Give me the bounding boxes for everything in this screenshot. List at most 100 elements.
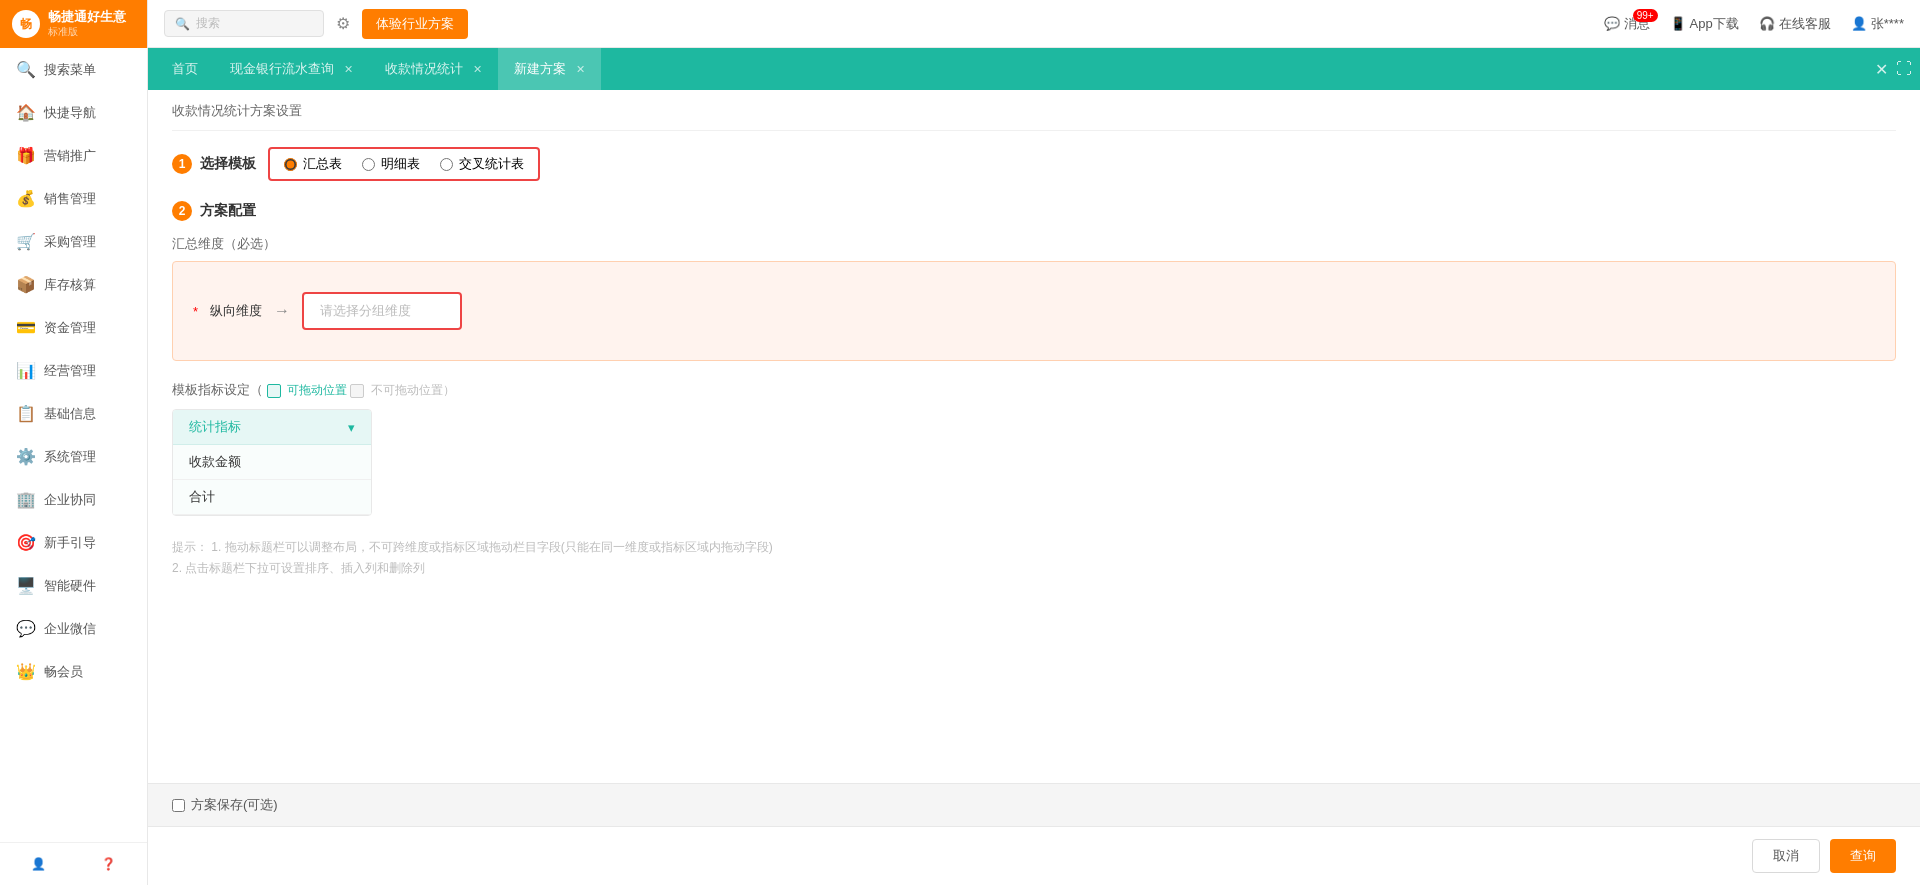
online-service-btn[interactable]: 🎧 在线客服	[1759, 15, 1831, 33]
wechat-label: 企业微信	[44, 620, 96, 638]
app-icon: 📱	[1670, 16, 1686, 31]
metrics-label: 模板指标设定（ 可拖动位置 不可拖动位置）	[172, 381, 1896, 399]
page-title: 收款情况统计方案设置	[172, 90, 1896, 131]
tab-maximize-icon[interactable]: ⛶	[1896, 60, 1912, 78]
template-summary-option[interactable]: 汇总表	[284, 155, 342, 173]
search-menu-icon: 🔍	[16, 60, 36, 79]
message-badge[interactable]: 💬 消息 99+	[1604, 15, 1650, 33]
sidebar-bottom-btn-2[interactable]: ❓	[78, 851, 140, 877]
template-cross-radio[interactable]	[440, 158, 453, 171]
sidebar-bottom-btn-1[interactable]: 👤	[8, 851, 70, 877]
template-summary-radio[interactable]	[284, 158, 297, 171]
tab-home[interactable]: 首页	[156, 48, 214, 90]
tab-bank-flow[interactable]: 现金银行流水查询 ✕	[214, 48, 369, 90]
sidebar-item-quick-nav[interactable]: 🏠 快捷导航	[0, 91, 147, 134]
sales-label: 销售管理	[44, 190, 96, 208]
non-draggable-badge: 不可拖动位置）	[350, 383, 454, 397]
nav-tabs-controls: ✕ ⛶	[1875, 60, 1912, 79]
tab-receipt-stats-close[interactable]: ✕	[473, 63, 482, 76]
step2-header: 2 方案配置	[172, 201, 1896, 221]
sidebar-item-inventory[interactable]: 📦 库存核算	[0, 263, 147, 306]
sidebar-item-marketing[interactable]: 🎁营销推广	[0, 134, 147, 177]
metrics-section: 模板指标设定（ 可拖动位置 不可拖动位置） 统计	[172, 381, 1896, 519]
sidebar-item-search-menu[interactable]: 🔍 搜索菜单	[0, 48, 147, 91]
basic-info-label: 基础信息	[44, 405, 96, 423]
main-area: 🔍 搜索 ⚙ 体验行业方案 💬 消息 99+ 📱 App下载 🎧 在线客服 👤 …	[148, 0, 1920, 885]
sidebar-item-system[interactable]: ⚙️系统管理	[0, 435, 147, 478]
tab-bank-flow-close[interactable]: ✕	[344, 63, 353, 76]
inventory-icon: 📦	[16, 275, 36, 294]
tip-2: 2. 点击标题栏下拉可设置排序、插入列和删除列	[172, 560, 1896, 577]
page-footer: 方案保存(可选)	[148, 783, 1920, 826]
cooperation-label: 企业协同	[44, 491, 96, 509]
member-label: 畅会员	[44, 663, 83, 681]
template-cross-option[interactable]: 交叉统计表	[440, 155, 524, 173]
app-download-btn[interactable]: 📱 App下载	[1670, 15, 1739, 33]
metrics-total-row: 合计	[173, 480, 371, 515]
tab-receipt-stats[interactable]: 收款情况统计 ✕	[369, 48, 498, 90]
save-plan-label: 方案保存(可选)	[191, 796, 278, 814]
inventory-label: 库存核算	[44, 276, 96, 294]
sidebar-logo: 畅 畅捷通好生意 标准版	[0, 0, 147, 48]
draggable-badge: 可拖动位置	[267, 383, 351, 397]
tip-1: 提示： 1. 拖动标题栏可以调整布局，不可跨维度或指标区域拖动栏目字段(只能在同…	[172, 539, 1896, 556]
operations-icon: 📊	[16, 361, 36, 380]
sidebar-item-basic-info[interactable]: 📋基础信息	[0, 392, 147, 435]
metrics-dropdown-icon[interactable]: ▾	[348, 420, 355, 435]
search-bar[interactable]: 🔍 搜索	[164, 10, 324, 37]
sidebar-item-finance[interactable]: 💳资金管理	[0, 306, 147, 349]
save-plan-option[interactable]: 方案保存(可选)	[172, 796, 278, 814]
dimension-config: 汇总维度（必选） * 纵向维度 → 请选择分组维度	[172, 235, 1896, 361]
search-icon: 🔍	[175, 17, 190, 31]
marketing-icon: 🎁	[16, 146, 36, 165]
save-plan-checkbox[interactable]	[172, 799, 185, 812]
finance-icon: 💳	[16, 318, 36, 337]
step1-number: 1	[172, 154, 192, 174]
quick-nav-label: 快捷导航	[44, 104, 96, 122]
member-icon: 👑	[16, 662, 36, 681]
template-detail-option[interactable]: 明细表	[362, 155, 420, 173]
tab-new-plan-close[interactable]: ✕	[576, 63, 585, 76]
sidebar-item-operations[interactable]: 📊 经营管理	[0, 349, 147, 392]
sidebar-item-sales[interactable]: 💰销售管理	[0, 177, 147, 220]
action-bar: 取消 查询	[148, 826, 1920, 885]
system-icon: ⚙️	[16, 447, 36, 466]
user-avatar[interactable]: 👤 张****	[1851, 15, 1904, 33]
logo-edition: 标准版	[48, 25, 126, 39]
hardware-label: 智能硬件	[44, 577, 96, 595]
try-industry-btn[interactable]: 体验行业方案	[362, 9, 468, 39]
search-menu-label: 搜索菜单	[44, 61, 96, 79]
service-icon: 🎧	[1759, 16, 1775, 31]
sidebar-item-purchase[interactable]: 🛒采购管理	[0, 220, 147, 263]
tab-close-all-icon[interactable]: ✕	[1875, 60, 1888, 79]
message-count: 99+	[1633, 9, 1658, 22]
sidebar-nav: 🔍 搜索菜单 🏠 快捷导航 🎁营销推广💰销售管理🛒采购管理 📦 库存核算 💳资金管理 📊 经营管理…	[0, 48, 147, 693]
dimension-select[interactable]: 请选择分组维度	[302, 292, 462, 330]
tips-section: 提示： 1. 拖动标题栏可以调整布局，不可跨维度或指标区域拖动栏目字段(只能在同…	[172, 539, 1896, 577]
metrics-amount-row: 收款金额	[173, 445, 371, 480]
quick-nav-icon: 🏠	[16, 103, 36, 122]
step1-title: 选择模板	[200, 155, 256, 173]
message-icon: 💬	[1604, 16, 1620, 31]
step2-number: 2	[172, 201, 192, 221]
logo-text: 畅捷通好生意	[48, 9, 126, 25]
page-content: 收款情况统计方案设置 1 选择模板 汇总表	[148, 90, 1920, 885]
sidebar-item-wechat[interactable]: 💬企业微信	[0, 607, 147, 650]
tab-new-plan[interactable]: 新建方案 ✕	[498, 48, 601, 90]
dimension-section-title: 汇总维度（必选）	[172, 235, 1896, 253]
sidebar-item-cooperation[interactable]: 🏢企业协同	[0, 478, 147, 521]
metrics-table: 统计指标 ▾ 收款金额 合计	[172, 409, 372, 516]
cancel-button[interactable]: 取消	[1752, 839, 1820, 873]
user-icon: 👤	[1851, 16, 1867, 31]
page-card: 收款情况统计方案设置 1 选择模板 汇总表	[148, 90, 1920, 783]
query-button[interactable]: 查询	[1830, 839, 1896, 873]
template-detail-radio[interactable]	[362, 158, 375, 171]
required-asterisk: *	[193, 304, 198, 319]
header-right: 💬 消息 99+ 📱 App下载 🎧 在线客服 👤 张****	[1604, 15, 1904, 33]
sidebar-item-hardware[interactable]: 🖥️智能硬件	[0, 564, 147, 607]
sidebar-item-member[interactable]: 👑 畅会员	[0, 650, 147, 693]
sidebar-item-guide[interactable]: 🎯新手引导	[0, 521, 147, 564]
logo-icon: 畅	[12, 10, 40, 38]
settings-icon[interactable]: ⚙	[336, 14, 350, 33]
operations-label: 经营管理	[44, 362, 96, 380]
